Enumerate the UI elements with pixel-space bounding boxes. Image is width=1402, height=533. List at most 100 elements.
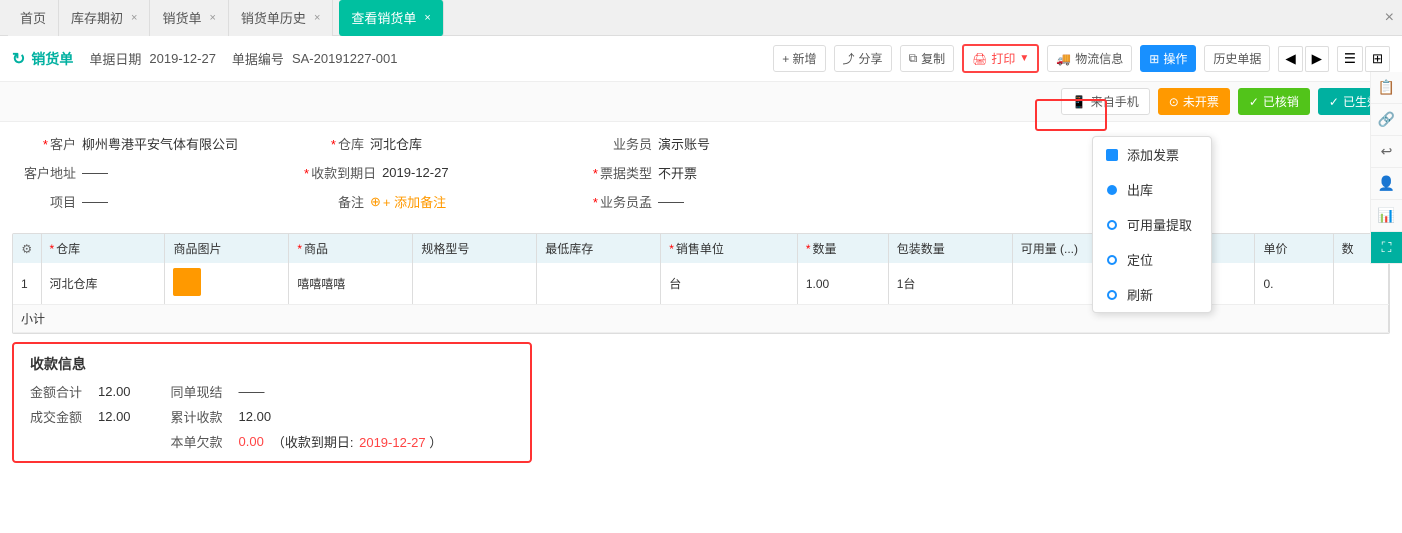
col-product: *商品 <box>289 234 413 263</box>
row-min-stock <box>537 263 661 305</box>
sales-rep-field: 业务员孟 —— <box>592 192 792 211</box>
row-quantity: 1.00 <box>797 263 888 305</box>
available-qty-item[interactable]: 可用量提取 <box>1093 207 1211 242</box>
ops-icon: ⊞ <box>1149 52 1159 66</box>
balance-row: 本单欠款 0.00 （收款到期日: 2019-12-27 ） <box>171 432 443 451</box>
payment-info-rows: 金额合计 12.00 成交金额 12.00 同单现结 —— 累计收款 <box>30 382 514 451</box>
refresh-label: 刷新 <box>1127 285 1153 304</box>
project-field: 项目 —— <box>16 192 296 211</box>
tab-sales-close[interactable]: × <box>209 12 215 24</box>
view-list[interactable]: ☰ <box>1337 46 1363 72</box>
sidebar-icon-6[interactable]: ⛶ <box>1371 232 1402 264</box>
outbound-item[interactable]: 出库 <box>1093 172 1211 207</box>
add-note-button[interactable]: ⊕ + 添加备注 <box>370 192 446 211</box>
share-button[interactable]: ⤴ 分享 <box>834 45 892 72</box>
staff-field: 业务员 演示账号 <box>592 134 792 153</box>
tab-inventory-close[interactable]: × <box>131 12 137 24</box>
print-button[interactable]: 🖨 打印 ▼ <box>962 44 1039 73</box>
col-image: 商品图片 <box>165 234 289 263</box>
history-button[interactable]: 历史单据 <box>1204 45 1270 72</box>
logistics-button[interactable]: 🚚 物流信息 <box>1047 45 1132 72</box>
due-date-value: 2019-12-27 <box>382 165 449 180</box>
available-qty-icon <box>1105 218 1119 232</box>
balance-label: 本单欠款 <box>171 432 231 451</box>
payment-info-title: 收款信息 <box>30 354 514 374</box>
view-grid[interactable]: ⊞ <box>1365 46 1390 72</box>
effective-icon: ✓ <box>1329 95 1339 109</box>
settings-icon[interactable]: ⚙ <box>21 242 32 256</box>
right-sidebar: 📋 🔗 ↩ 👤 📊 ⛶ <box>1370 72 1402 264</box>
tab-sales-history[interactable]: 销货单历史 × <box>229 0 333 36</box>
doc-type-icon: ↻ <box>12 49 25 69</box>
check-icon: ✓ <box>1249 95 1259 109</box>
check-button[interactable]: ✓ 已核销 <box>1238 88 1310 115</box>
add-invoice-item[interactable]: 添加发票 <box>1093 137 1211 172</box>
warehouse-value: 河北仓库 <box>370 134 422 153</box>
refresh-item[interactable]: 刷新 <box>1093 277 1211 312</box>
nav-next[interactable]: ▶ <box>1305 46 1329 72</box>
row-image <box>165 263 289 305</box>
doc-type-label: 销货单 <box>31 49 73 69</box>
sidebar-icon-4[interactable]: 👤 <box>1371 168 1402 200</box>
doc-number-label: 单据编号 SA-20191227-001 <box>232 49 398 68</box>
tab-home[interactable]: 首页 <box>8 0 59 36</box>
window-close-button[interactable]: × <box>1385 9 1394 27</box>
new-button[interactable]: + 新增 <box>773 45 825 72</box>
customer-field: 客户 柳州粤港平安气体有限公司 <box>16 134 296 153</box>
tab-sales-history-close[interactable]: × <box>314 12 320 24</box>
sidebar-icon-3[interactable]: ↩ <box>1371 136 1402 168</box>
tab-inventory[interactable]: 库存期初 × <box>59 0 150 36</box>
cumulative-label: 累计收款 <box>171 407 231 426</box>
transaction-row: 成交金额 12.00 <box>30 407 131 426</box>
logistics-icon: 🚚 <box>1056 52 1071 66</box>
col-spec: 规格型号 <box>413 234 537 263</box>
product-thumbnail <box>173 268 201 296</box>
sidebar-icon-5[interactable]: 📊 <box>1371 200 1402 232</box>
sales-rep-label: 业务员孟 <box>592 192 652 211</box>
payment-info-right: 同单现结 —— 累计收款 12.00 本单欠款 0.00 （收款到期日: 201… <box>171 382 443 451</box>
col-quantity: *数量 <box>797 234 888 263</box>
from-phone-button[interactable]: 📱 来自手机 <box>1061 88 1150 115</box>
main-content: ↻ 销货单 单据日期 2019-12-27 单据编号 SA-20191227-0… <box>0 36 1402 533</box>
note-label: 备注 <box>304 192 364 211</box>
copy-button[interactable]: ⧉ 复制 <box>900 45 955 72</box>
not-open-button[interactable]: ⊙ 未开票 <box>1158 88 1230 115</box>
cumulative-row: 累计收款 12.00 <box>171 407 443 426</box>
due-date-field: 收款到期日 2019-12-27 <box>304 163 584 182</box>
nav-prev[interactable]: ◀ <box>1278 46 1302 72</box>
cumulative-value: 12.00 <box>239 409 272 424</box>
ops-dropdown-menu: 添加发票 出库 可用量提取 定位 刷新 <box>1092 136 1212 313</box>
payment-info-box: 收款信息 金额合计 12.00 成交金额 12.00 同单现结 —— <box>12 342 532 463</box>
tab-bar: 首页 库存期初 × 销货单 × 销货单历史 × 查看销货单 × × <box>0 0 1402 36</box>
tab-view-sales-close[interactable]: × <box>424 12 430 24</box>
locate-icon <box>1105 253 1119 267</box>
project-value: —— <box>82 194 108 209</box>
sales-rep-value: —— <box>658 194 684 209</box>
action-toolbar: 📱 来自手机 ⊙ 未开票 ✓ 已核销 ✓ 已生效 <box>0 82 1402 122</box>
col-unit: *销售单位 <box>661 234 798 263</box>
view-buttons: ☰ ⊞ <box>1337 46 1390 72</box>
address-label: 客户地址 <box>16 163 76 182</box>
doc-meta: 单据日期 2019-12-27 单据编号 SA-20191227-001 <box>89 49 397 68</box>
row-unit: 台 <box>661 263 798 305</box>
row-warehouse: 河北仓库 <box>41 263 165 305</box>
sidebar-icon-2[interactable]: 🔗 <box>1371 104 1402 136</box>
row-price: 0. <box>1255 263 1333 305</box>
outbound-label: 出库 <box>1127 180 1153 199</box>
balance-note: （收款到期日: 2019-12-27 ） <box>272 432 442 451</box>
tab-view-sales[interactable]: 查看销货单 × <box>339 0 443 36</box>
outbound-icon <box>1105 183 1119 197</box>
sidebar-icon-1[interactable]: 📋 <box>1371 72 1402 104</box>
ops-button[interactable]: ⊞ 操作 <box>1140 45 1196 72</box>
transaction-label: 成交金额 <box>30 407 90 426</box>
add-invoice-label: 添加发票 <box>1127 145 1179 164</box>
ticket-type-value: 不开票 <box>658 163 697 182</box>
phone-icon: 📱 <box>1072 95 1087 109</box>
locate-item[interactable]: 定位 <box>1093 242 1211 277</box>
customer-label: 客户 <box>16 134 76 153</box>
refresh-icon <box>1105 288 1119 302</box>
staff-value: 演示账号 <box>658 134 710 153</box>
amount-value: 12.00 <box>98 384 131 399</box>
staff-label: 业务员 <box>592 134 652 153</box>
tab-sales[interactable]: 销货单 × <box>150 0 228 36</box>
